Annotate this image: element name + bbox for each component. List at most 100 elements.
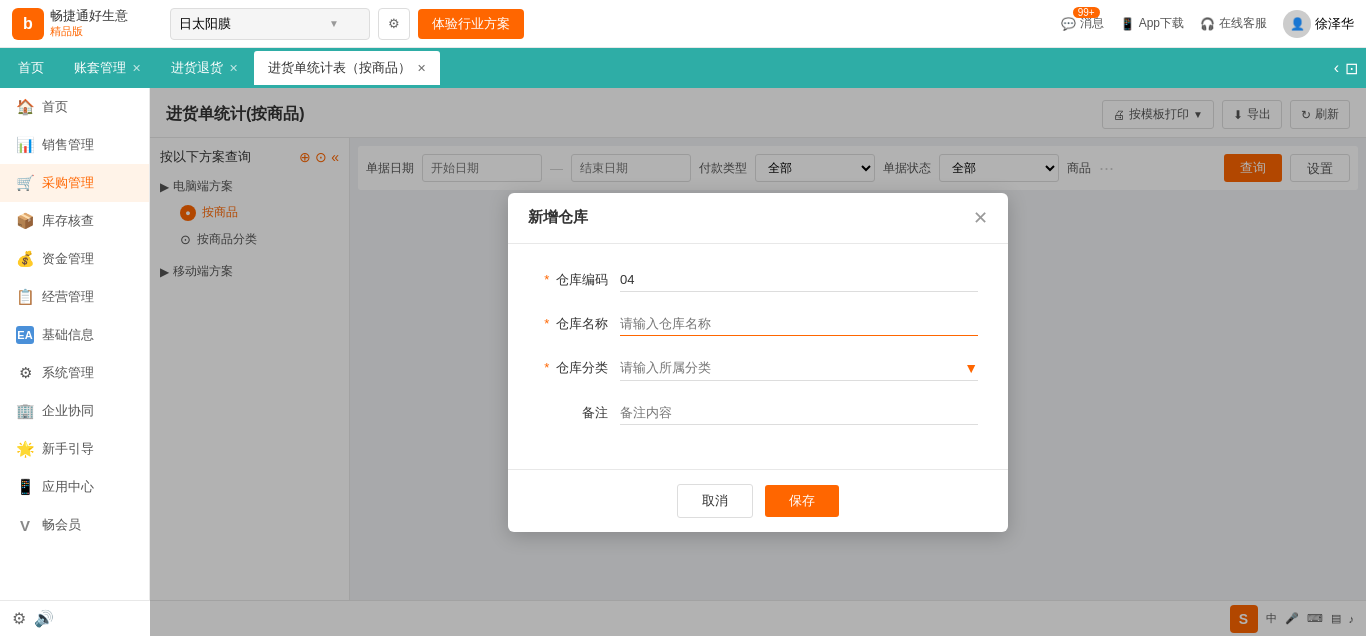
- name-input[interactable]: [620, 312, 978, 336]
- search-area[interactable]: ▼: [170, 8, 370, 40]
- online-service-label: 在线客服: [1219, 15, 1267, 32]
- inventory-icon: 📦: [16, 212, 34, 230]
- sidebar-item-home[interactable]: 🏠 首页: [0, 88, 149, 126]
- account-tab-close[interactable]: ✕: [132, 62, 141, 75]
- modal-title: 新增仓库: [528, 208, 588, 227]
- sidebar-item-sales[interactable]: 📊 销售管理: [0, 126, 149, 164]
- search-input[interactable]: [179, 16, 329, 31]
- main-content: 进货单统计(按商品) 🖨 按模板打印 ▼ ⬇ 导出 ↻ 刷新: [150, 88, 1366, 636]
- vip-icon: V: [16, 516, 34, 534]
- message-icon: 💬: [1061, 17, 1076, 31]
- sidebar-item-purchase[interactable]: 🛒 采购管理: [0, 164, 149, 202]
- search-dropdown-icon[interactable]: ▼: [329, 18, 339, 29]
- nav-tabs-right: ‹ ⊡: [1334, 59, 1362, 78]
- code-required-star: *: [544, 272, 549, 287]
- code-label: * 仓库编码: [538, 271, 608, 289]
- tab-account[interactable]: 账套管理 ✕: [60, 51, 155, 85]
- name-label: * 仓库名称: [538, 315, 608, 333]
- remark-input[interactable]: [620, 401, 978, 425]
- sidebar-guide-label: 新手引导: [42, 440, 94, 458]
- home-icon: 🏠: [16, 98, 34, 116]
- nav-tabs: 首页 账套管理 ✕ 进货退货 ✕ 进货单统计表（按商品） ✕ ‹ ⊡: [0, 48, 1366, 88]
- category-required-star: *: [544, 360, 549, 375]
- message-item[interactable]: 💬 消息 99+: [1061, 15, 1104, 32]
- sales-icon: 📊: [16, 136, 34, 154]
- finance-icon: 💰: [16, 250, 34, 268]
- headset-icon: 🎧: [1200, 17, 1215, 31]
- purchase-return-tab-close[interactable]: ✕: [229, 62, 238, 75]
- nav-next-btn[interactable]: ⊡: [1345, 59, 1358, 78]
- cancel-button[interactable]: 取消: [677, 484, 753, 518]
- trial-button[interactable]: 体验行业方案: [418, 9, 524, 39]
- code-input[interactable]: [620, 268, 978, 292]
- speaker-bottom-icon[interactable]: 🔊: [34, 609, 54, 628]
- sidebar-item-vip[interactable]: V 畅会员: [0, 506, 149, 544]
- modal-header: 新增仓库 ✕: [508, 193, 1008, 244]
- app-download-label: App下载: [1139, 15, 1184, 32]
- form-row-category: * 仓库分类 ▼: [538, 356, 978, 381]
- nav-prev-btn[interactable]: ‹: [1334, 59, 1339, 78]
- sidebar-item-finance[interactable]: 💰 资金管理: [0, 240, 149, 278]
- purchase-stats-tab-label: 进货单统计表（按商品）: [268, 59, 411, 77]
- save-button[interactable]: 保存: [765, 485, 839, 517]
- logo-area: b 畅捷通好生意 精品版: [12, 8, 162, 40]
- tab-purchase-stats[interactable]: 进货单统计表（按商品） ✕: [254, 51, 440, 85]
- app-download-item[interactable]: 📱 App下载: [1120, 15, 1184, 32]
- bottom-left: ⚙ 🔊: [12, 609, 54, 628]
- modal-footer: 取消 保存: [508, 469, 1008, 532]
- sidebar-apps-label: 应用中心: [42, 478, 94, 496]
- category-select-area[interactable]: ▼: [620, 356, 978, 381]
- form-row-code: * 仓库编码: [538, 268, 978, 292]
- modal-overlay: 新增仓库 ✕ * 仓库编码 *: [150, 88, 1366, 636]
- message-badge: 99+: [1073, 7, 1100, 18]
- system-icon: ⚙: [16, 364, 34, 382]
- purchase-stats-tab-close[interactable]: ✕: [417, 62, 426, 75]
- main-layout: 🏠 首页 📊 销售管理 🛒 采购管理 📦 库存核查 💰 资金管理 📋 经营管理 …: [0, 88, 1366, 636]
- settings-bottom-icon[interactable]: ⚙: [12, 609, 26, 628]
- tab-purchase-return[interactable]: 进货退货 ✕: [157, 51, 252, 85]
- operations-icon: 📋: [16, 288, 34, 306]
- account-tab-label: 账套管理: [74, 59, 126, 77]
- sidebar-inventory-label: 库存核查: [42, 212, 94, 230]
- online-service-item[interactable]: 🎧 在线客服: [1200, 15, 1267, 32]
- gear-button[interactable]: ⚙: [378, 8, 410, 40]
- app-edition: 精品版: [50, 24, 128, 39]
- sidebar-purchase-label: 采购管理: [42, 174, 94, 192]
- home-tab-label: 首页: [18, 59, 44, 77]
- sidebar-item-basic-info[interactable]: EA 基础信息: [0, 316, 149, 354]
- top-bar: b 畅捷通好生意 精品版 ▼ ⚙ 体验行业方案 💬 消息 99+ 📱 App下载…: [0, 0, 1366, 48]
- sidebar-item-operations[interactable]: 📋 经营管理: [0, 278, 149, 316]
- modal-close-button[interactable]: ✕: [973, 207, 988, 229]
- category-label: * 仓库分类: [538, 359, 608, 377]
- app-name: 畅捷通好生意: [50, 8, 128, 25]
- sidebar: 🏠 首页 📊 销售管理 🛒 采购管理 📦 库存核查 💰 资金管理 📋 经营管理 …: [0, 88, 150, 636]
- app-logo: b: [12, 8, 44, 40]
- purchase-icon: 🛒: [16, 174, 34, 192]
- remark-label: 备注: [538, 404, 608, 422]
- sidebar-item-inventory[interactable]: 📦 库存核查: [0, 202, 149, 240]
- user-avatar-area[interactable]: 👤 徐泽华: [1283, 10, 1354, 38]
- apps-icon: 📱: [16, 478, 34, 496]
- tab-home[interactable]: 首页: [4, 51, 58, 85]
- category-dropdown-icon: ▼: [964, 360, 978, 376]
- category-input[interactable]: [620, 360, 964, 375]
- mobile-icon: 📱: [1120, 17, 1135, 31]
- modal-body: * 仓库编码 * 仓库名称: [508, 244, 1008, 469]
- sidebar-vip-label: 畅会员: [42, 516, 81, 534]
- sidebar-enterprise-label: 企业协同: [42, 402, 94, 420]
- name-required-star: *: [544, 316, 549, 331]
- enterprise-icon: 🏢: [16, 402, 34, 420]
- sidebar-home-label: 首页: [42, 98, 68, 116]
- sidebar-operations-label: 经营管理: [42, 288, 94, 306]
- sidebar-basic-info-label: 基础信息: [42, 326, 94, 344]
- form-row-remark: 备注: [538, 401, 978, 425]
- basic-info-icon: EA: [16, 326, 34, 344]
- sidebar-item-system[interactable]: ⚙ 系统管理: [0, 354, 149, 392]
- sidebar-system-label: 系统管理: [42, 364, 94, 382]
- sidebar-item-enterprise[interactable]: 🏢 企业协同: [0, 392, 149, 430]
- guide-icon: 🌟: [16, 440, 34, 458]
- sidebar-finance-label: 资金管理: [42, 250, 94, 268]
- sidebar-item-guide[interactable]: 🌟 新手引导: [0, 430, 149, 468]
- sidebar-item-apps[interactable]: 📱 应用中心: [0, 468, 149, 506]
- sidebar-sales-label: 销售管理: [42, 136, 94, 154]
